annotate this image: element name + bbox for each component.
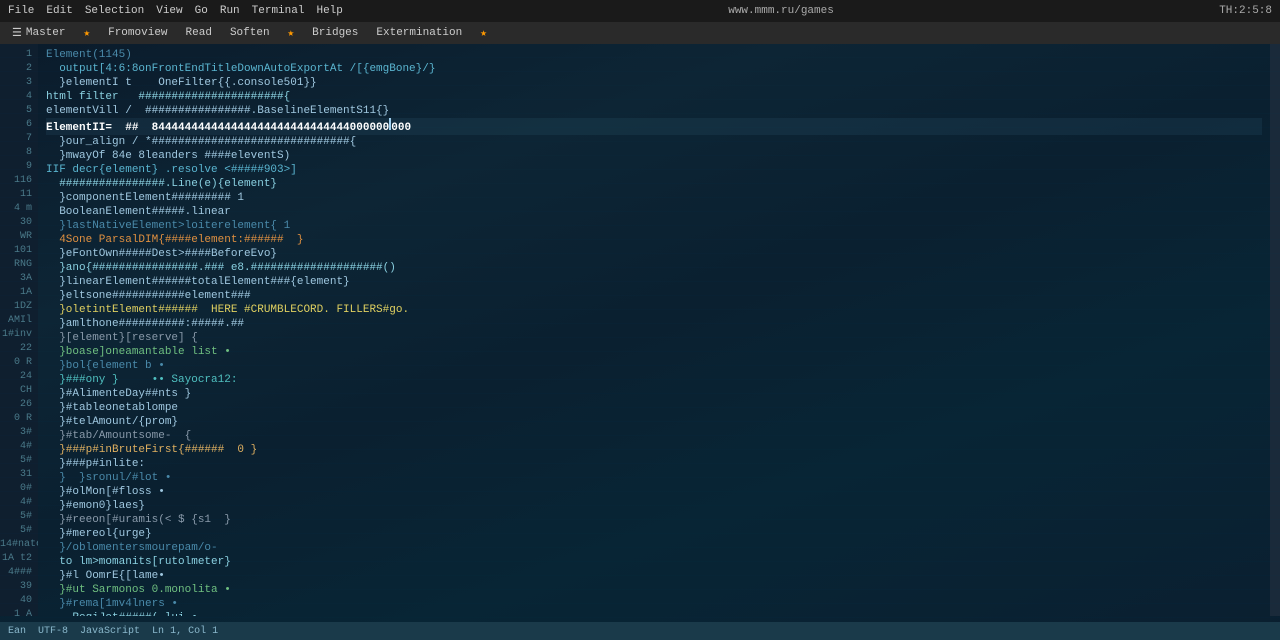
toolbar-star2[interactable]: ★ [280, 24, 303, 42]
code-line: IIF decr{element} .resolve <#####903>] [46, 163, 1262, 177]
code-line: }#telAmount/{prom} [46, 415, 1262, 429]
code-line: ################.Line(e){element} [46, 177, 1262, 191]
code-line: Element(1145) [46, 48, 1262, 62]
code-editor[interactable]: Element(1145) output[4:6:8onFrontEndTitl… [38, 44, 1270, 616]
code-line: RegiJet#####( lui • [46, 611, 1262, 616]
menu-view[interactable]: View [156, 5, 182, 17]
code-line: }componentElement######### 1 [46, 191, 1262, 205]
code-line: }###ony } •• Sayocra12: [46, 373, 1262, 387]
code-line: }#tableonetablompe [46, 401, 1262, 415]
code-line: }#rema[1mv4lners • [46, 597, 1262, 611]
toolbar-soften[interactable]: Soften [222, 25, 278, 41]
toolbar-extermination[interactable]: Extermination [368, 25, 470, 41]
code-line: elementVill / ################.BaselineE… [46, 104, 1262, 118]
menu-go[interactable]: Go [195, 5, 208, 17]
menu-help[interactable]: Help [316, 5, 342, 17]
master-label: ☰ [12, 26, 22, 40]
code-line: }oletintElement###### HERE #CRUMBLECORD.… [46, 303, 1262, 317]
code-line: BooleanElement#####.linear [46, 205, 1262, 219]
code-line: }linearElement######totalElement###{elem… [46, 275, 1262, 289]
window-title: www.mmm.ru/games [728, 5, 834, 17]
code-line: }###p#inBruteFirst{###### 0 } [46, 443, 1262, 457]
code-line: }elementI t OneFilter{{.console501}} [46, 76, 1262, 90]
code-line: }our_align / *##########################… [46, 135, 1262, 149]
code-line: ElementII= ## 84444444444444444444444444… [46, 118, 1262, 135]
code-line: }eFontOwn#####Dest>####BeforeEvo} [46, 247, 1262, 261]
toolbar-read[interactable]: Read [178, 25, 220, 41]
code-line: }amlthone##########:#####.## [46, 317, 1262, 331]
code-line: }###p#inlite: [46, 457, 1262, 471]
toolbar-fromoview[interactable]: Fromoview [100, 25, 175, 41]
menu-terminal[interactable]: Terminal [252, 5, 305, 17]
status-bar: Ean UTF-8 JavaScript Ln 1, Col 1 [0, 622, 1280, 640]
code-line: }eltsone###########element### [46, 289, 1262, 303]
menu-selection[interactable]: Selection [85, 5, 144, 17]
code-line: }/oblomentersmourepam/o- [46, 541, 1262, 555]
line-numbers: 123456789116114 m30WR101RNG3A1A1DZAMIl1#… [0, 44, 38, 616]
title-bar-menus[interactable]: File Edit Selection View Go Run Terminal… [8, 5, 343, 17]
toolbar-star3[interactable]: ★ [472, 24, 495, 42]
code-line: }lastNativeElement>loiterelement{ 1 [46, 219, 1262, 233]
code-line: }[element}[reserve] { [46, 331, 1262, 345]
status-encoding: UTF-8 [38, 626, 68, 637]
code-line: output[4:6:8onFrontEndTitleDownAutoExpor… [46, 62, 1262, 76]
status-file: Ean [8, 626, 26, 637]
code-line: }#mereol{urge} [46, 527, 1262, 541]
code-line: }boase]oneamantable list • [46, 345, 1262, 359]
code-line: }mwayOf 84e 8leanders ####eleventS) [46, 149, 1262, 163]
code-line: }#olMon[#floss • [46, 485, 1262, 499]
status-line-col: Ln 1, Col 1 [152, 626, 218, 637]
code-line: } }sronul/#lot • [46, 471, 1262, 485]
code-line: }ano{################.### e8.###########… [46, 261, 1262, 275]
code-line: html filter ######################{ [46, 90, 1262, 104]
toolbar: ☰ Master ★ Fromoview Read Soften ★ Bridg… [0, 22, 1280, 44]
code-line: }bol{element b • [46, 359, 1262, 373]
code-line: }#reeon[#uramis(< $ {s1 } [46, 513, 1262, 527]
status-language: JavaScript [80, 626, 140, 637]
editor: 123456789116114 m30WR101RNG3A1A1DZAMIl1#… [0, 44, 1280, 616]
code-line: }#l OomrE{[lame• [46, 569, 1262, 583]
toolbar-bridges[interactable]: Bridges [304, 25, 366, 41]
code-line: to lm>momanits[rutolmeter} [46, 555, 1262, 569]
code-line: }#AlimenteDay##nts } [46, 387, 1262, 401]
window-controls[interactable]: TH:2:5:8 [1219, 5, 1272, 17]
menu-run[interactable]: Run [220, 5, 240, 17]
scrollbar[interactable] [1270, 44, 1280, 616]
toolbar-master[interactable]: ☰ Master [4, 24, 73, 42]
code-line: 4Sone ParsalDIM{####element:###### } [46, 233, 1262, 247]
code-line: }#tab/Amountsome- { [46, 429, 1262, 443]
toolbar-star1[interactable]: ★ [75, 24, 98, 42]
title-bar: File Edit Selection View Go Run Terminal… [0, 0, 1280, 22]
code-line: }#ut Sarmonos 0.monolita • [46, 583, 1262, 597]
menu-file[interactable]: File [8, 5, 34, 17]
master-text: Master [26, 27, 66, 39]
menu-edit[interactable]: Edit [46, 5, 72, 17]
code-line: }#emon0}laes} [46, 499, 1262, 513]
